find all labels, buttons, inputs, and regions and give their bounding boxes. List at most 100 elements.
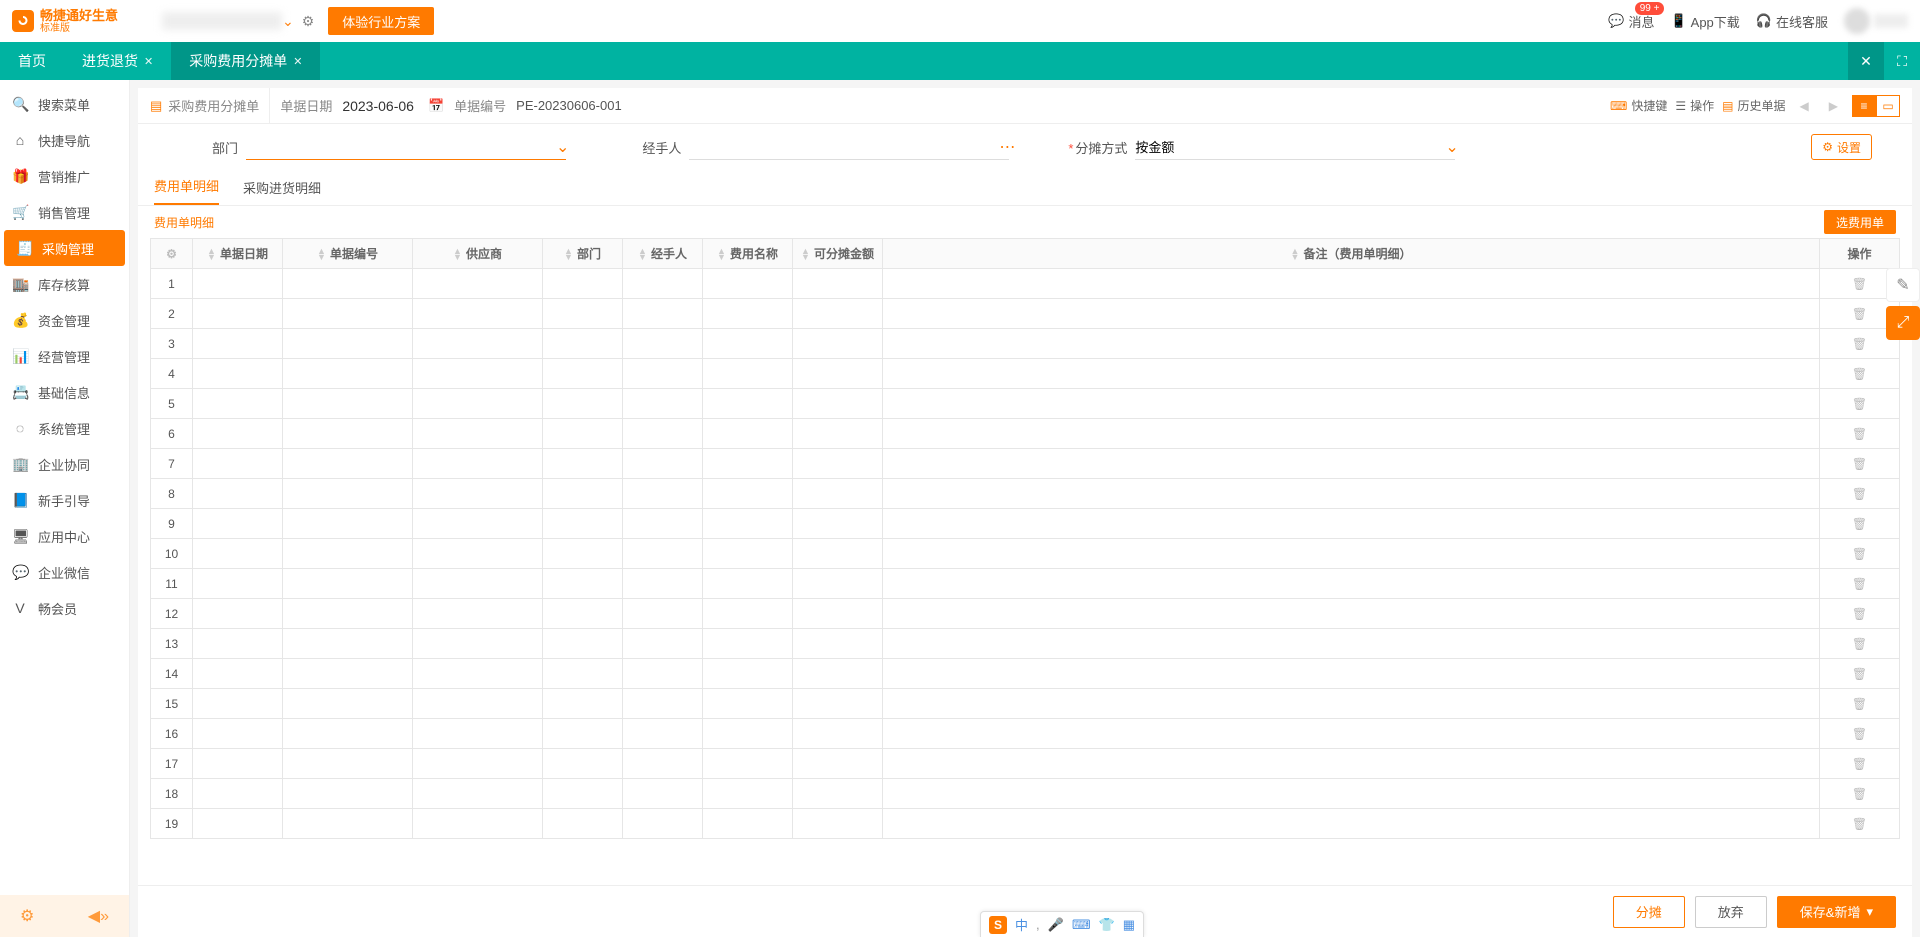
table-row[interactable]: 14🗑 bbox=[151, 659, 1900, 689]
allocate-button[interactable]: 分摊 bbox=[1613, 896, 1685, 928]
discard-button[interactable]: 放弃 bbox=[1695, 896, 1767, 928]
table-cell[interactable] bbox=[283, 299, 413, 329]
table-cell[interactable] bbox=[793, 269, 883, 299]
table-cell[interactable] bbox=[413, 389, 543, 419]
delete-icon[interactable]: 🗑 bbox=[1852, 547, 1867, 561]
table-row[interactable]: 19🗑 bbox=[151, 809, 1900, 839]
delete-icon[interactable]: 🗑 bbox=[1852, 517, 1867, 531]
table-cell[interactable] bbox=[413, 329, 543, 359]
table-cell[interactable] bbox=[193, 329, 283, 359]
table-row[interactable]: 8🗑 bbox=[151, 479, 1900, 509]
table-cell[interactable] bbox=[793, 359, 883, 389]
table-cell[interactable] bbox=[883, 599, 1820, 629]
sort-icon[interactable]: ▲▼ bbox=[717, 249, 726, 260]
table-cell[interactable] bbox=[883, 359, 1820, 389]
table-cell[interactable] bbox=[543, 419, 623, 449]
table-column-header[interactable]: ▲▼部门 bbox=[543, 239, 623, 269]
table-cell[interactable] bbox=[413, 359, 543, 389]
sidebar-item[interactable]: 🧾采购管理 bbox=[4, 230, 125, 266]
table-cell[interactable] bbox=[543, 749, 623, 779]
table-cell[interactable] bbox=[193, 419, 283, 449]
delete-icon[interactable]: 🗑 bbox=[1852, 337, 1867, 351]
chevron-down-icon[interactable]: ⌄ bbox=[1445, 137, 1458, 157]
table-cell[interactable] bbox=[883, 329, 1820, 359]
settings-button[interactable]: ⚙设置 bbox=[1811, 134, 1872, 160]
table-cell[interactable] bbox=[413, 479, 543, 509]
table-cell[interactable] bbox=[543, 449, 623, 479]
table-cell[interactable] bbox=[793, 659, 883, 689]
table-cell[interactable] bbox=[883, 449, 1820, 479]
ime-bar[interactable]: S 中 , 🎤 ⌨ 👕 ▦ bbox=[980, 911, 1144, 937]
sidebar-item[interactable]: 💰资金管理 bbox=[0, 302, 129, 338]
table-cell[interactable] bbox=[703, 809, 793, 839]
sidebar-item[interactable]: V畅会员 bbox=[0, 590, 129, 626]
close-icon[interactable]: ✕ bbox=[144, 55, 153, 68]
method-input[interactable] bbox=[1135, 134, 1455, 160]
table-cell[interactable] bbox=[703, 629, 793, 659]
sort-icon[interactable]: ▲▼ bbox=[207, 249, 216, 260]
table-row[interactable]: 9🗑 bbox=[151, 509, 1900, 539]
table-cell[interactable] bbox=[623, 629, 703, 659]
table-cell[interactable] bbox=[193, 629, 283, 659]
table-cell[interactable] bbox=[193, 269, 283, 299]
table-cell[interactable] bbox=[793, 689, 883, 719]
date-value[interactable]: 2023-06-06 bbox=[342, 98, 414, 114]
workspace-tab[interactable]: 首页 bbox=[0, 42, 64, 80]
table-cell[interactable] bbox=[193, 779, 283, 809]
table-row[interactable]: 13🗑 bbox=[151, 629, 1900, 659]
table-cell[interactable] bbox=[883, 629, 1820, 659]
handler-input[interactable] bbox=[689, 134, 1009, 160]
table-cell[interactable] bbox=[793, 389, 883, 419]
table-cell[interactable] bbox=[283, 329, 413, 359]
fullscreen-button[interactable]: ⛶ bbox=[1884, 42, 1920, 80]
table-cell[interactable] bbox=[413, 659, 543, 689]
sidebar-item[interactable]: 🏬库存核算 bbox=[0, 266, 129, 302]
table-cell[interactable] bbox=[543, 809, 623, 839]
table-cell[interactable] bbox=[703, 539, 793, 569]
table-cell[interactable] bbox=[283, 779, 413, 809]
sidebar-item[interactable]: 🛒销售管理 bbox=[0, 194, 129, 230]
table-cell[interactable] bbox=[543, 599, 623, 629]
try-solution-button[interactable]: 体验行业方案 bbox=[328, 7, 434, 35]
table-cell[interactable] bbox=[283, 749, 413, 779]
table-cell[interactable] bbox=[543, 779, 623, 809]
table-cell[interactable] bbox=[413, 509, 543, 539]
table-cell[interactable] bbox=[623, 569, 703, 599]
table-cell[interactable] bbox=[623, 659, 703, 689]
table-cell[interactable] bbox=[623, 299, 703, 329]
table-column-header[interactable]: ▲▼备注（费用单明细） bbox=[883, 239, 1820, 269]
table-cell[interactable] bbox=[623, 269, 703, 299]
table-cell[interactable] bbox=[793, 749, 883, 779]
table-column-header[interactable]: ▲▼费用名称 bbox=[703, 239, 793, 269]
table-column-header[interactable]: ▲▼可分摊金额 bbox=[793, 239, 883, 269]
view-card-button[interactable]: ▭ bbox=[1876, 95, 1900, 117]
table-cell[interactable] bbox=[883, 719, 1820, 749]
table-cell[interactable] bbox=[623, 449, 703, 479]
table-cell[interactable] bbox=[193, 509, 283, 539]
table-row[interactable]: 12🗑 bbox=[151, 599, 1900, 629]
table-cell[interactable] bbox=[283, 689, 413, 719]
collapse-icon[interactable]: ◀» bbox=[88, 906, 109, 926]
table-cell[interactable] bbox=[283, 419, 413, 449]
table-row[interactable]: 7🗑 bbox=[151, 449, 1900, 479]
table-cell[interactable] bbox=[193, 449, 283, 479]
table-cell[interactable] bbox=[193, 539, 283, 569]
table-cell[interactable] bbox=[283, 479, 413, 509]
online-service-button[interactable]: 🎧 在线客服 bbox=[1756, 12, 1828, 31]
table-cell[interactable] bbox=[793, 569, 883, 599]
table-cell[interactable] bbox=[283, 659, 413, 689]
sidebar-item[interactable]: 🔍搜索菜单 bbox=[0, 86, 129, 122]
table-cell[interactable] bbox=[623, 419, 703, 449]
table-cell[interactable] bbox=[283, 719, 413, 749]
table-cell[interactable] bbox=[703, 509, 793, 539]
table-cell[interactable] bbox=[283, 569, 413, 599]
delete-icon[interactable]: 🗑 bbox=[1852, 487, 1867, 501]
tenant-selector[interactable] bbox=[162, 12, 282, 30]
table-cell[interactable] bbox=[623, 389, 703, 419]
table-cell[interactable] bbox=[793, 629, 883, 659]
messages-button[interactable]: 💬 消息 99 + bbox=[1608, 12, 1654, 31]
keyboard-icon[interactable]: ⌨ bbox=[1072, 917, 1091, 933]
table-cell[interactable] bbox=[193, 479, 283, 509]
sort-icon[interactable]: ▲▼ bbox=[1291, 249, 1300, 260]
table-column-header[interactable]: ▲▼供应商 bbox=[413, 239, 543, 269]
